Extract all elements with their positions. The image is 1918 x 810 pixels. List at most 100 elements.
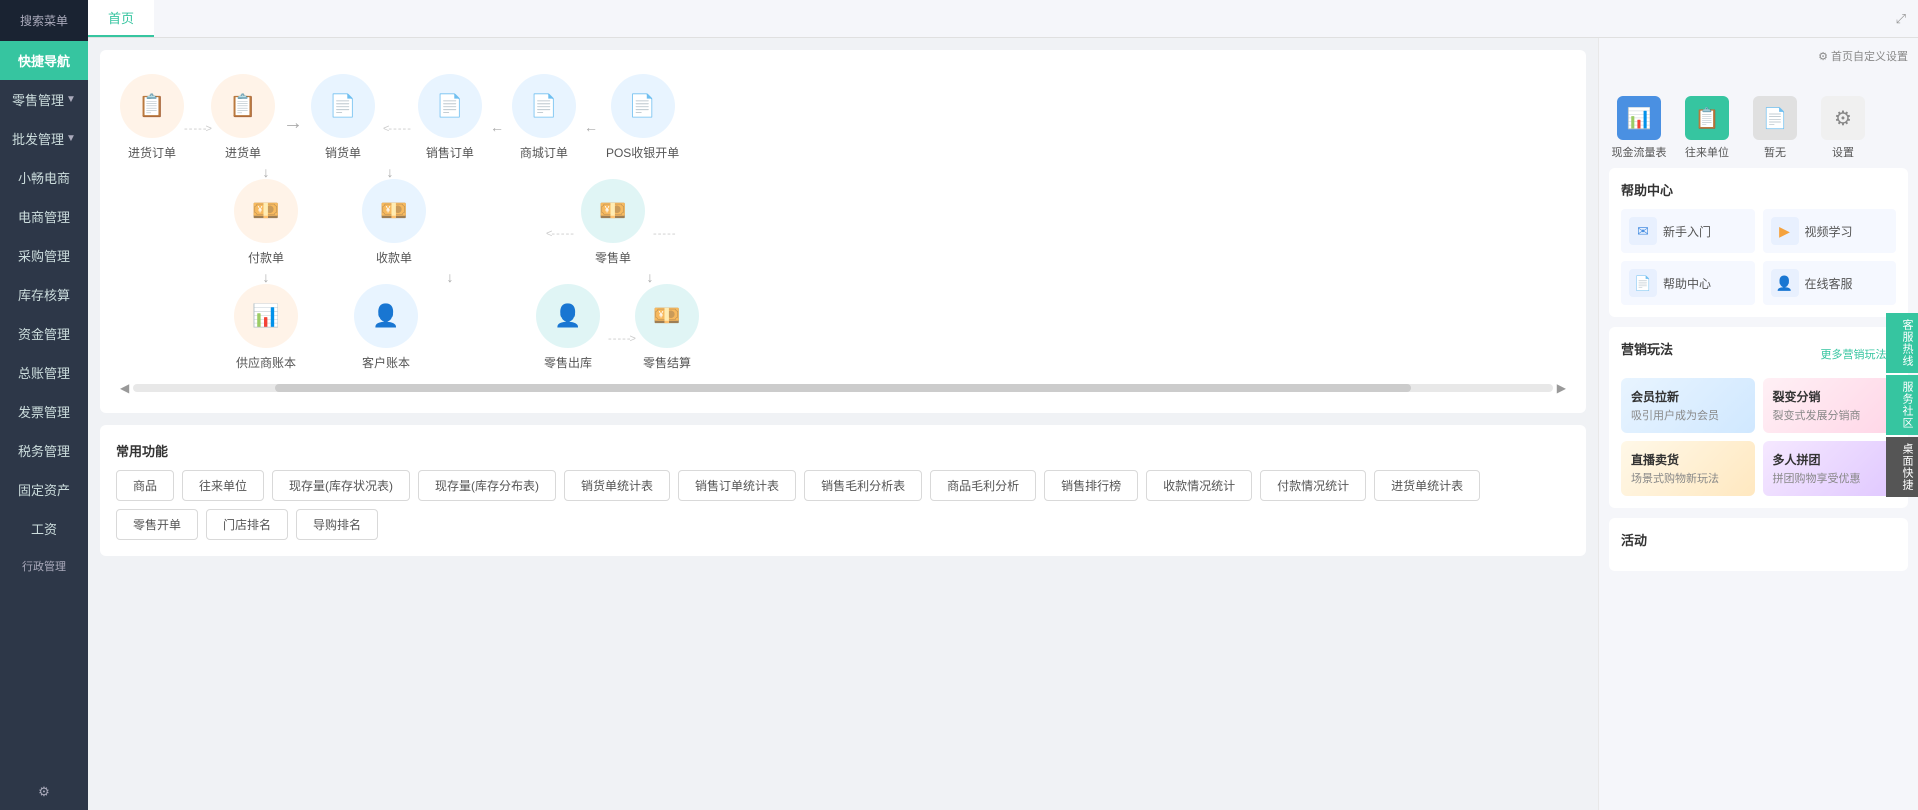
help-item-beginner[interactable]: ✉ 新手入门: [1621, 209, 1755, 253]
pos-icon: 📄: [611, 74, 675, 138]
tab-home[interactable]: 首页: [88, 0, 154, 37]
quick-icon-empty[interactable]: 📄 暂无: [1745, 96, 1805, 160]
purchase-icon: 📋: [211, 74, 275, 138]
marketing-card: 营销玩法 更多营销玩法 > 会员拉新 吸引用户成为会员 裂变分销 裂变式发展分销…: [1609, 327, 1908, 508]
func-grid: 商品 往来单位 现存量(库存状况表) 现存量(库存分布表) 销货单统计表 销售订…: [116, 470, 1570, 540]
customer-account-icon: 👤: [354, 284, 418, 348]
retail-icon: 💴: [581, 179, 645, 243]
pos-label: POS收银开单: [606, 144, 679, 161]
flow-node-retail[interactable]: 💴 零售单: [581, 179, 645, 266]
marketing-title: 营销玩法: [1621, 339, 1673, 358]
scroll-bar: ◀ ▶: [120, 379, 1566, 397]
sidebar-item-finance[interactable]: 资金管理: [0, 314, 88, 353]
sidebar-item-purchase[interactable]: 采购管理: [0, 236, 88, 275]
scroll-track[interactable]: [133, 384, 1553, 392]
marketing-item-group[interactable]: 多人拼团 拼团购物享受优惠: [1763, 441, 1897, 496]
supplier-account-icon: 📊: [234, 284, 298, 348]
retail-out-icon: 👤: [536, 284, 600, 348]
help-item-support[interactable]: 👤 在线客服: [1763, 261, 1897, 305]
sidebar-item-wholesale[interactable]: 批发管理 ▼: [0, 119, 88, 158]
func-btn-stock-status[interactable]: 现存量(库存状况表): [272, 470, 410, 501]
flow-node-sales[interactable]: 📄 销货单: [311, 74, 375, 161]
sidebar-item-admin[interactable]: 行政管理: [0, 548, 88, 584]
flow-node-supplier-account[interactable]: 📊 供应商账本: [234, 284, 298, 371]
help-item-video[interactable]: ▶ 视频学习: [1763, 209, 1897, 253]
right-panel: ⚙ 首页自定义设置 📊 现金流量表 📋 往来单位 📄 暂无: [1598, 38, 1918, 810]
flow-node-mall-order[interactable]: 📄 商城订单: [512, 74, 576, 161]
sidebar: 搜索菜单 快捷导航 零售管理 ▼ 批发管理 ▼ 小畅电商 电商管理 采购管理 库…: [0, 0, 88, 810]
float-btn-desktop[interactable]: 桌面快捷: [1886, 437, 1918, 497]
sidebar-item-tax[interactable]: 税务管理: [0, 431, 88, 470]
help-video-label: 视频学习: [1805, 223, 1853, 240]
person-icon: 👤: [1771, 269, 1799, 297]
scroll-right-arrow[interactable]: ▶: [1557, 381, 1566, 395]
flow-node-customer-account[interactable]: 👤 客户账本: [354, 284, 418, 371]
common-functions-title: 常用功能: [116, 441, 1570, 460]
sidebar-item-payroll[interactable]: 工资: [0, 509, 88, 548]
func-btn-partners[interactable]: 往来单位: [182, 470, 264, 501]
float-btn-service[interactable]: 客服热线: [1886, 313, 1918, 373]
quick-icon-settings[interactable]: ⚙ 设置: [1813, 96, 1873, 160]
flow-node-sales-order[interactable]: 📄 销售订单: [418, 74, 482, 161]
payment-icon: 💴: [234, 179, 298, 243]
flow-node-retail-settle[interactable]: 💴 零售结算: [635, 284, 699, 371]
flow-node-payment[interactable]: 💴 付款单: [234, 179, 298, 266]
sidebar-item-assets[interactable]: 固定资产: [0, 470, 88, 509]
flow-node-purchase-order[interactable]: 📋 进货订单: [120, 74, 184, 161]
partners-label: 往来单位: [1685, 144, 1729, 160]
flow-node-pos[interactable]: 📄 POS收银开单: [606, 74, 679, 161]
receipt-icon: 💴: [362, 179, 426, 243]
float-btn-community[interactable]: 服务社区: [1886, 375, 1918, 435]
func-btn-guide-rank[interactable]: 导购排名: [296, 509, 378, 540]
sales-label: 销货单: [325, 144, 361, 161]
quick-icon-partners[interactable]: 📋 往来单位: [1677, 96, 1737, 160]
sidebar-item-ecommerce[interactable]: 电商管理: [0, 197, 88, 236]
fullscreen-icon[interactable]: ⤢: [1884, 11, 1918, 27]
marketing-item-live[interactable]: 直播卖货 场景式购物新玩法: [1621, 441, 1755, 496]
top-tabs: 首页 ⤢: [88, 0, 1918, 38]
sidebar-item-retail[interactable]: 零售管理 ▼: [0, 80, 88, 119]
empty-icon: 📄: [1753, 96, 1797, 140]
marketing-item-member[interactable]: 会员拉新 吸引用户成为会员: [1621, 378, 1755, 433]
func-btn-store-rank[interactable]: 门店排名: [206, 509, 288, 540]
func-btn-receipt-stat[interactable]: 收款情况统计: [1146, 470, 1252, 501]
func-btn-retail-order[interactable]: 零售开单: [116, 509, 198, 540]
chevron-down-icon: ▼: [66, 133, 76, 144]
group-title: 多人拼团: [1773, 451, 1887, 468]
sidebar-item-ecommerce-small[interactable]: 小畅电商: [0, 158, 88, 197]
partners-icon: 📋: [1685, 96, 1729, 140]
func-btn-sales-rank[interactable]: 销售排行榜: [1044, 470, 1138, 501]
sidebar-settings[interactable]: ⚙: [0, 774, 88, 810]
member-desc: 吸引用户成为会员: [1631, 407, 1745, 423]
home-customize-btn[interactable]: ⚙ 首页自定义设置: [1818, 48, 1908, 64]
marketing-item-fission[interactable]: 裂变分销 裂变式发展分销商: [1763, 378, 1897, 433]
func-btn-stock-dist[interactable]: 现存量(库存分布表): [418, 470, 556, 501]
flow-node-retail-out[interactable]: 👤 零售出库: [536, 284, 600, 371]
sidebar-search[interactable]: 搜索菜单: [0, 0, 88, 41]
flow-node-purchase[interactable]: 📋 进货单: [211, 74, 275, 161]
settings-label: 设置: [1832, 144, 1854, 160]
func-btn-sales-margin[interactable]: 销售毛利分析表: [804, 470, 922, 501]
func-btn-goods[interactable]: 商品: [116, 470, 174, 501]
flow-node-receipt[interactable]: 💴 收款单: [362, 179, 426, 266]
func-btn-payment-stat[interactable]: 付款情况统计: [1260, 470, 1366, 501]
func-btn-purchase-stat[interactable]: 进货单统计表: [1374, 470, 1480, 501]
purchase-order-label: 进货订单: [128, 144, 176, 161]
sidebar-item-invoice[interactable]: 发票管理: [0, 392, 88, 431]
supplier-account-label: 供应商账本: [236, 354, 296, 371]
help-center-title: 帮助中心: [1621, 180, 1896, 199]
common-functions: 常用功能 商品 往来单位 现存量(库存状况表) 现存量(库存分布表) 销货单统计…: [100, 425, 1586, 556]
sidebar-item-inventory[interactable]: 库存核算: [0, 275, 88, 314]
quick-icon-cashflow[interactable]: 📊 现金流量表: [1609, 96, 1669, 160]
sidebar-nav-highlight[interactable]: 快捷导航: [0, 41, 88, 80]
sidebar-item-ledger[interactable]: 总账管理: [0, 353, 88, 392]
func-btn-sales-stat[interactable]: 销货单统计表: [564, 470, 670, 501]
activity-card: 活动: [1609, 518, 1908, 571]
func-btn-goods-margin[interactable]: 商品毛利分析: [930, 470, 1036, 501]
scroll-left-arrow[interactable]: ◀: [120, 381, 129, 395]
flow-card: 📋 进货订单 - - - - -> 📋 进货单 →: [100, 50, 1586, 413]
gear-icon: ⚙: [38, 784, 50, 799]
help-item-docs[interactable]: 📄 帮助中心: [1621, 261, 1755, 305]
more-marketing-link[interactable]: 更多营销玩法 >: [1821, 346, 1896, 362]
func-btn-sales-order-stat[interactable]: 销售订单统计表: [678, 470, 796, 501]
